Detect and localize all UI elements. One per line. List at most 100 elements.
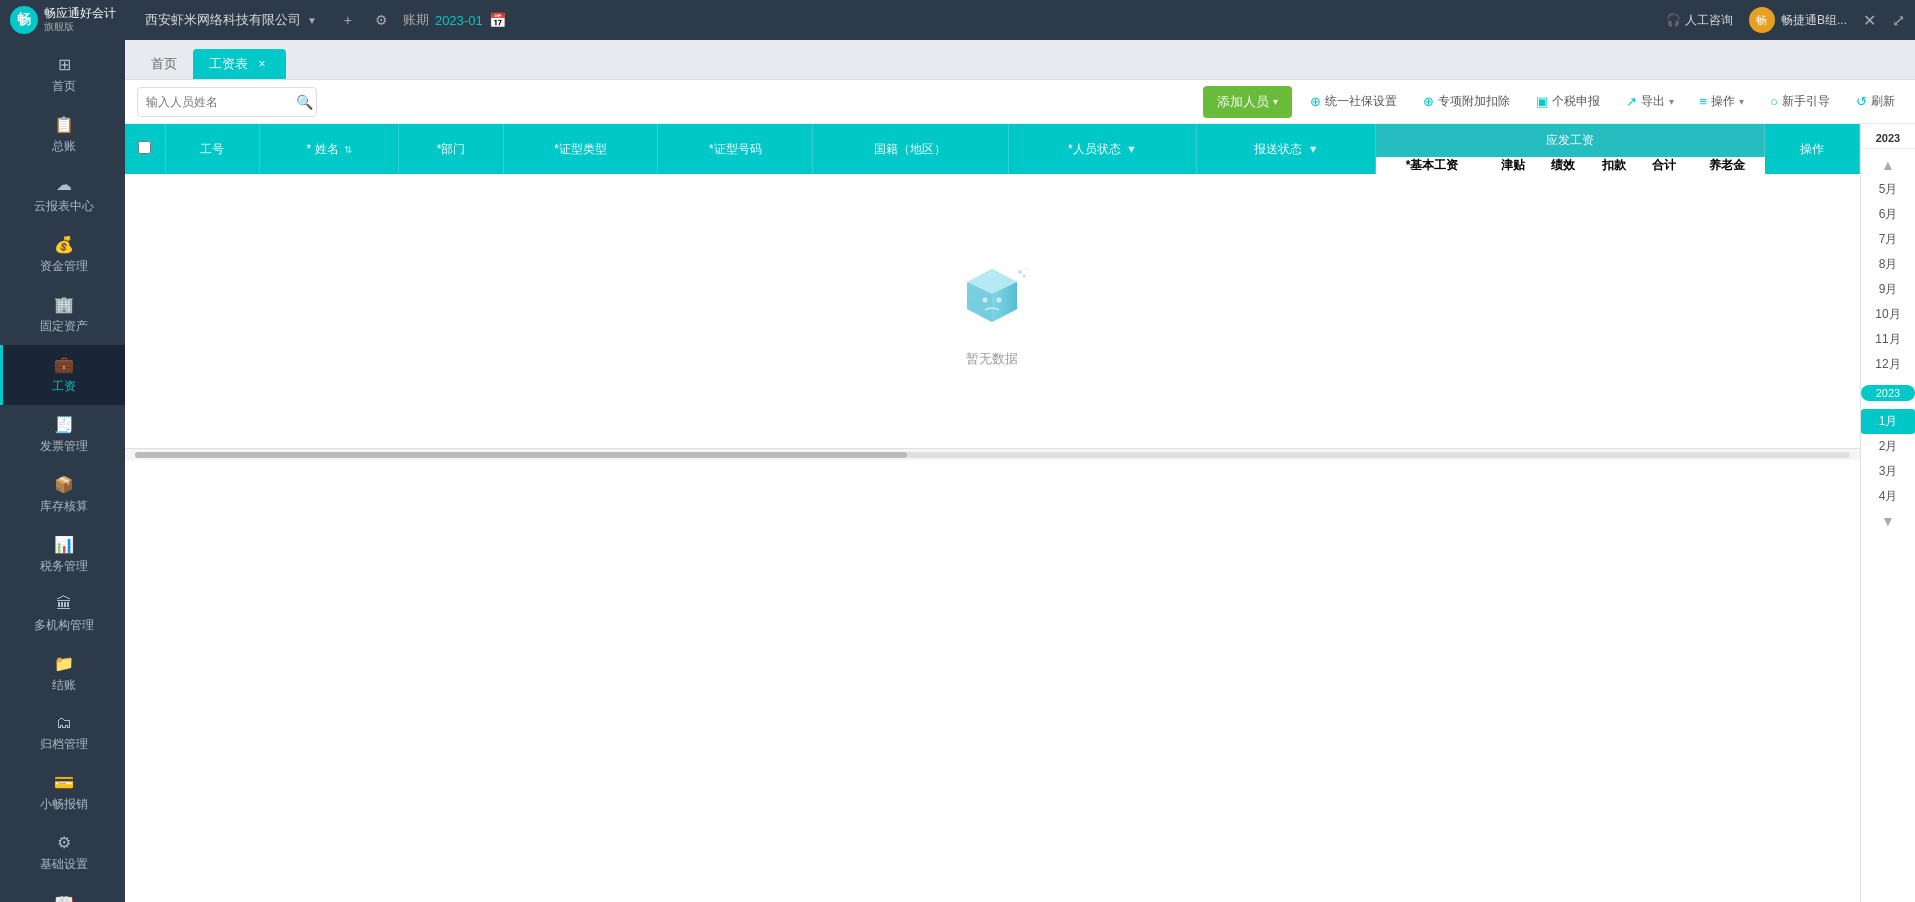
tab-salary-label: 工资表 xyxy=(209,55,248,73)
search-box[interactable]: 🔍 xyxy=(137,87,317,117)
sidebar-label-settings: 基础设置 xyxy=(40,856,88,873)
svg-point-7 xyxy=(1023,275,1026,278)
timeline-up-button[interactable]: ▲ xyxy=(1861,153,1915,177)
search-input[interactable] xyxy=(146,95,296,109)
sidebar-item-ledger[interactable]: 📋 总账 xyxy=(0,105,125,165)
operate-label: 操作 xyxy=(1711,93,1735,110)
sidebar: ⊞ 首页 📋 总账 ☁ 云报表中心 💰 资金管理 🏢 固定资产 💼 工资 🧾 发… xyxy=(0,40,125,902)
expense-icon: 💳 xyxy=(54,773,74,792)
company-name: 西安虾米网络科技有限公司 xyxy=(145,11,301,29)
th-country: 国籍（地区） xyxy=(813,124,1008,174)
name-sort-icon[interactable]: ⇅ xyxy=(344,144,352,155)
timeline-month-10[interactable]: 10月 xyxy=(1861,302,1915,327)
timeline-month-6[interactable]: 6月 xyxy=(1861,202,1915,227)
period-label: 账期 xyxy=(403,11,429,29)
th-checkbox[interactable] xyxy=(125,124,165,174)
timeline-month-9[interactable]: 9月 xyxy=(1861,277,1915,302)
tab-close-button[interactable]: × xyxy=(254,56,270,72)
settings-icon[interactable]: ⚙ xyxy=(371,9,393,31)
newuser-guide-button[interactable]: ○ 新手引导 xyxy=(1762,89,1838,114)
deduct-settings-button[interactable]: ⊕ 专项附加扣除 xyxy=(1415,89,1518,114)
operate-button[interactable]: ≡ 操作 ▾ xyxy=(1692,89,1753,114)
th-report-status: 报送状态 ▼ xyxy=(1197,124,1376,174)
th-salary-group: 应发工资 xyxy=(1376,124,1765,157)
sidebar-item-guide[interactable]: 📖 新手引导 xyxy=(0,883,125,902)
svg-point-8 xyxy=(1026,268,1028,270)
sidebar-label-multi: 多机构管理 xyxy=(34,617,94,634)
th-cert-no: *证型号码 xyxy=(658,124,813,174)
empty-state-row: 暂无数据 xyxy=(125,174,1860,448)
svg-point-6 xyxy=(1018,270,1022,274)
sidebar-item-cloud[interactable]: ☁ 云报表中心 xyxy=(0,165,125,225)
horizontal-scrollbar[interactable] xyxy=(125,448,1860,460)
add-person-button[interactable]: 添加人员 ▾ xyxy=(1203,86,1292,118)
person-status-filter-icon[interactable]: ▼ xyxy=(1126,143,1137,155)
empty-text: 暂无数据 xyxy=(966,350,1018,368)
timeline-down-button[interactable]: ▼ xyxy=(1861,509,1915,533)
support-button[interactable]: 🎧 人工咨询 xyxy=(1666,12,1733,29)
timeline-month-3[interactable]: 3月 xyxy=(1861,459,1915,484)
th-action: 操作 xyxy=(1765,124,1860,174)
sidebar-item-assets[interactable]: 🏢 固定资产 xyxy=(0,285,125,345)
timeline-month-5[interactable]: 5月 xyxy=(1861,177,1915,202)
tab-home[interactable]: 首页 xyxy=(135,49,193,79)
select-all-checkbox[interactable] xyxy=(138,141,151,154)
refresh-button[interactable]: ↺ 刷新 xyxy=(1848,89,1903,114)
timeline-month-11[interactable]: 11月 xyxy=(1861,327,1915,352)
toolbar: 🔍 添加人员 ▾ ⊕ 统一社保设置 ⊕ 专项附加扣除 ▣ 个税申报 ↗ xyxy=(125,80,1915,124)
header-actions: + ⚙ xyxy=(327,9,403,31)
empty-icon xyxy=(952,254,1032,334)
top-header: 畅 畅应通好会计 旗舰版 西安虾米网络科技有限公司 ▼ + ⚙ 账期 2023-… xyxy=(0,0,1915,40)
scroll-thumb[interactable] xyxy=(135,452,907,458)
export-arrow: ▾ xyxy=(1669,96,1674,107)
timeline-month-8[interactable]: 8月 xyxy=(1861,252,1915,277)
export-button[interactable]: ↗ 导出 ▾ xyxy=(1618,89,1682,114)
search-icon: 🔍 xyxy=(296,94,313,110)
user-name: 畅捷通B组... xyxy=(1781,12,1847,29)
tab-salary[interactable]: 工资表 × xyxy=(193,49,286,79)
sidebar-item-salary[interactable]: 💼 工资 xyxy=(0,345,125,405)
calendar-icon[interactable]: 📅 xyxy=(489,12,506,28)
avatar: 畅 xyxy=(1749,7,1775,33)
period-value[interactable]: 2023-01 xyxy=(435,13,483,28)
timeline-month-1[interactable]: 1月 xyxy=(1861,409,1915,434)
sidebar-item-archive[interactable]: 🗂 归档管理 xyxy=(0,704,125,763)
tax-report-button[interactable]: ▣ 个税申报 xyxy=(1528,89,1608,114)
sidebar-label-salary: 工资 xyxy=(52,378,76,395)
user-info[interactable]: 畅 畅捷通B组... xyxy=(1749,7,1847,33)
logo-text: 畅应通好会计 xyxy=(44,6,116,20)
company-selector[interactable]: 西安虾米网络科技有限公司 ▼ xyxy=(135,11,327,29)
sidebar-item-invoice[interactable]: 🧾 发票管理 xyxy=(0,405,125,465)
th-base-salary: *基本工资 xyxy=(1376,157,1488,174)
sidebar-item-settings[interactable]: ⚙ 基础设置 xyxy=(0,823,125,883)
add-company-button[interactable]: + xyxy=(337,9,359,31)
refresh-label: 刷新 xyxy=(1871,93,1895,110)
social-label: 统一社保设置 xyxy=(1325,93,1397,110)
report-status-filter-icon[interactable]: ▼ xyxy=(1308,143,1319,155)
deduct-icon: ⊕ xyxy=(1423,94,1434,109)
sidebar-item-multi[interactable]: 🏛 多机构管理 xyxy=(0,585,125,644)
sidebar-item-tax[interactable]: 📊 税务管理 xyxy=(0,525,125,585)
th-pension: 养老金 xyxy=(1689,157,1765,174)
deduct-label: 专项附加扣除 xyxy=(1438,93,1510,110)
timeline-month-7[interactable]: 7月 xyxy=(1861,227,1915,252)
th-allowance: 津贴 xyxy=(1488,157,1538,174)
th-dept: *部门 xyxy=(399,124,503,174)
sidebar-label-home: 首页 xyxy=(52,78,76,95)
close-window-button[interactable]: ✕ xyxy=(1863,11,1876,30)
sidebar-item-inventory[interactable]: 📦 库存核算 xyxy=(0,465,125,525)
th-number: 工号 xyxy=(165,124,260,174)
timeline-month-12[interactable]: 12月 xyxy=(1861,352,1915,377)
timeline-month-2[interactable]: 2月 xyxy=(1861,434,1915,459)
assets-icon: 🏢 xyxy=(54,295,74,314)
sidebar-item-finance[interactable]: 💰 资金管理 xyxy=(0,225,125,285)
maximize-window-button[interactable]: ⤢ xyxy=(1892,11,1905,30)
sidebar-item-home[interactable]: ⊞ 首页 xyxy=(0,45,125,105)
sidebar-item-close[interactable]: 📁 结账 xyxy=(0,644,125,704)
social-settings-button[interactable]: ⊕ 统一社保设置 xyxy=(1302,89,1405,114)
timeline-month-4[interactable]: 4月 xyxy=(1861,484,1915,509)
sidebar-item-expense[interactable]: 💳 小畅报销 xyxy=(0,763,125,823)
add-dropdown-arrow: ▾ xyxy=(1273,96,1278,107)
tax-report-icon: ▣ xyxy=(1536,94,1548,109)
main-layout: ⊞ 首页 📋 总账 ☁ 云报表中心 💰 资金管理 🏢 固定资产 💼 工资 🧾 发… xyxy=(0,40,1915,902)
